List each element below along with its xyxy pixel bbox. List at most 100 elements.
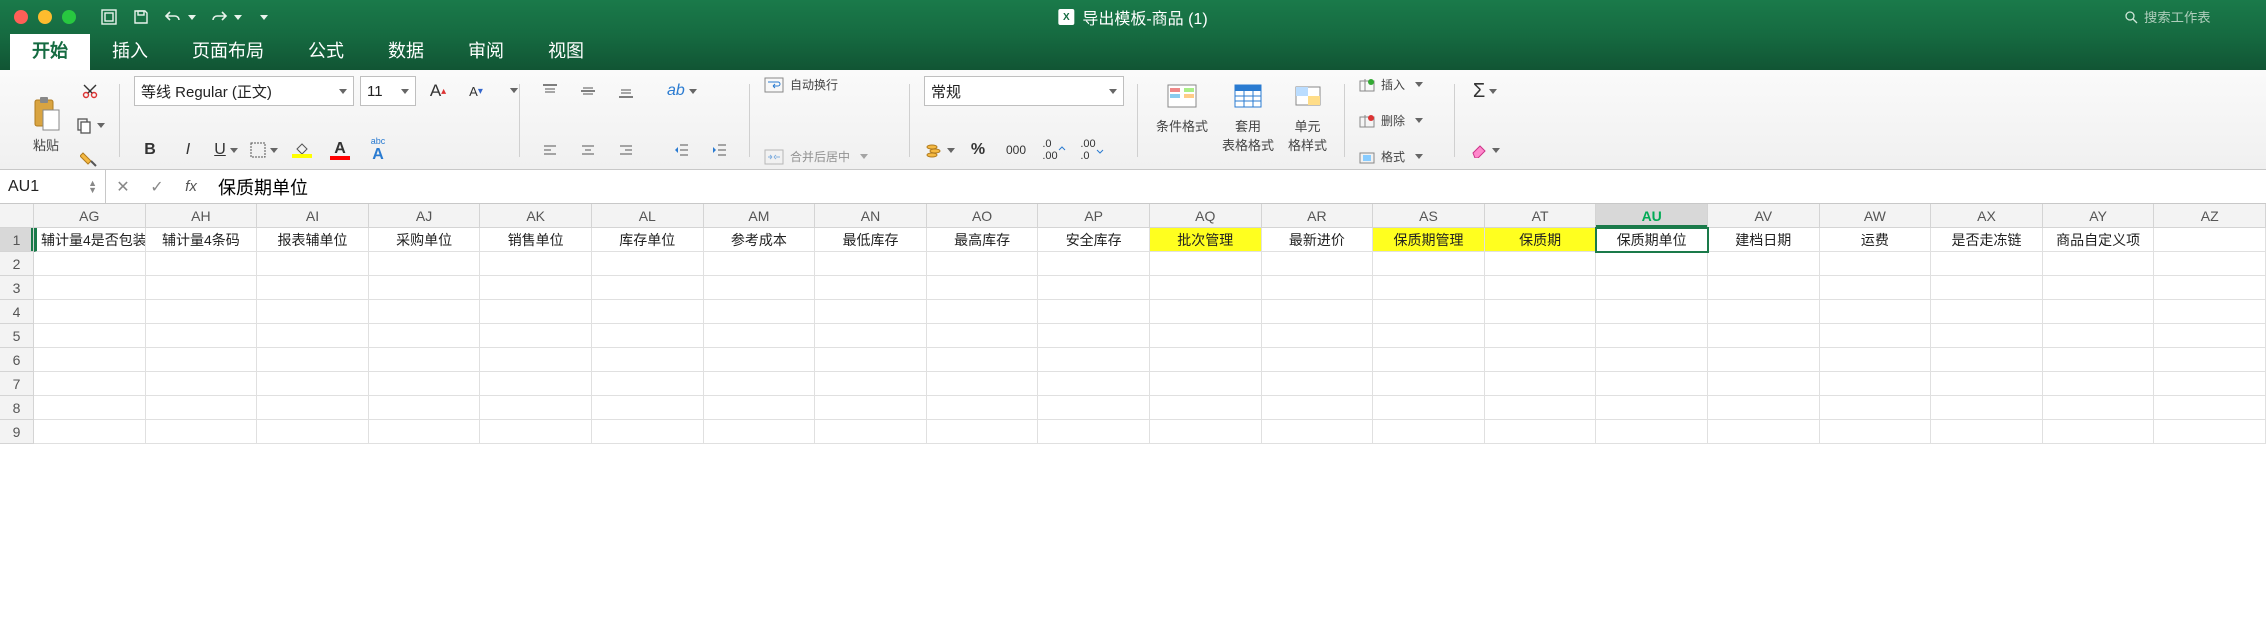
cell[interactable] <box>1596 252 1708 276</box>
clear-button[interactable] <box>1469 135 1501 165</box>
customize-qat-icon[interactable] <box>256 15 268 20</box>
cell[interactable] <box>592 252 704 276</box>
cell[interactable] <box>369 300 481 324</box>
zoom-window[interactable] <box>62 10 76 24</box>
cell[interactable] <box>2154 324 2266 348</box>
cell[interactable] <box>927 396 1039 420</box>
cell[interactable] <box>1262 276 1374 300</box>
cell[interactable] <box>1485 252 1597 276</box>
cell[interactable] <box>1931 372 2043 396</box>
cell[interactable] <box>1038 300 1150 324</box>
cell[interactable] <box>704 396 816 420</box>
cell[interactable] <box>704 300 816 324</box>
cell[interactable] <box>1485 348 1597 372</box>
cell[interactable] <box>1820 348 1932 372</box>
cell[interactable] <box>34 396 146 420</box>
cell[interactable] <box>2043 252 2155 276</box>
cell[interactable] <box>1485 420 1597 444</box>
font-color-button[interactable]: A <box>324 135 356 165</box>
row-header[interactable]: 3 <box>0 276 34 300</box>
cell[interactable] <box>1038 372 1150 396</box>
column-header[interactable]: AH <box>146 204 258 228</box>
cell[interactable] <box>592 324 704 348</box>
cell[interactable] <box>1931 252 2043 276</box>
cell[interactable] <box>1931 396 2043 420</box>
cell[interactable] <box>1485 324 1597 348</box>
cell[interactable] <box>2043 276 2155 300</box>
cell[interactable] <box>2154 276 2266 300</box>
cell[interactable] <box>704 276 816 300</box>
cell[interactable] <box>815 276 927 300</box>
tab-review[interactable]: 审阅 <box>446 29 526 70</box>
cell[interactable] <box>1820 372 1932 396</box>
border-button[interactable] <box>248 135 280 165</box>
bold-button[interactable]: B <box>134 135 166 165</box>
cell[interactable] <box>1373 324 1485 348</box>
cell[interactable] <box>257 252 369 276</box>
cell[interactable] <box>1708 300 1820 324</box>
decrease-indent-button[interactable] <box>666 135 698 165</box>
cell[interactable] <box>1150 252 1262 276</box>
column-header[interactable]: AS <box>1373 204 1485 228</box>
delete-cells-button[interactable]: 删除 <box>1359 112 1441 129</box>
cell[interactable] <box>1373 300 1485 324</box>
column-header[interactable]: AP <box>1038 204 1150 228</box>
cell[interactable] <box>1038 396 1150 420</box>
cell[interactable] <box>1596 276 1708 300</box>
format-painter-button[interactable] <box>74 144 106 174</box>
cell[interactable]: 保质期单位 <box>1596 228 1708 252</box>
cell[interactable] <box>927 348 1039 372</box>
cell[interactable] <box>146 324 258 348</box>
insert-cells-button[interactable]: 插入 <box>1359 76 1441 93</box>
cut-button[interactable] <box>74 76 106 106</box>
cell[interactable]: 保质期 <box>1485 228 1597 252</box>
cell[interactable] <box>815 300 927 324</box>
row-header[interactable]: 8 <box>0 396 34 420</box>
cell[interactable] <box>1485 300 1597 324</box>
cell[interactable] <box>480 324 592 348</box>
cell[interactable] <box>1708 252 1820 276</box>
cell[interactable]: 销售单位 <box>480 228 592 252</box>
cell[interactable] <box>1373 252 1485 276</box>
cancel-formula-button[interactable]: ✕ <box>106 177 140 197</box>
name-box[interactable]: AU1 ▲▼ <box>0 170 106 203</box>
cell-styles-button[interactable]: 单元 格样式 <box>1284 76 1331 156</box>
cell[interactable] <box>927 276 1039 300</box>
cell[interactable] <box>2154 252 2266 276</box>
align-center-button[interactable] <box>572 135 604 165</box>
close-window[interactable] <box>14 10 28 24</box>
cell[interactable]: 建档日期 <box>1708 228 1820 252</box>
tab-insert[interactable]: 插入 <box>90 29 170 70</box>
cell[interactable]: 库存单位 <box>592 228 704 252</box>
comma-format-button[interactable]: 000 <box>1000 135 1032 165</box>
row-header[interactable]: 5 <box>0 324 34 348</box>
cell[interactable] <box>592 420 704 444</box>
cell[interactable] <box>480 396 592 420</box>
cell[interactable] <box>1820 276 1932 300</box>
underline-button[interactable]: U <box>210 135 242 165</box>
cell[interactable]: 采购单位 <box>369 228 481 252</box>
wrap-text-button[interactable]: 自动换行 <box>764 76 896 93</box>
home-icon[interactable] <box>100 8 118 26</box>
cell[interactable] <box>1150 276 1262 300</box>
cell[interactable] <box>146 348 258 372</box>
column-header[interactable]: AV <box>1708 204 1820 228</box>
column-header[interactable]: AG <box>34 204 146 228</box>
cell[interactable] <box>2154 420 2266 444</box>
cell[interactable] <box>1820 420 1932 444</box>
row-header[interactable]: 6 <box>0 348 34 372</box>
align-top-button[interactable] <box>534 76 566 106</box>
cell[interactable] <box>815 324 927 348</box>
cell[interactable] <box>34 252 146 276</box>
cell[interactable] <box>257 396 369 420</box>
cell[interactable] <box>1931 420 2043 444</box>
tab-formulas[interactable]: 公式 <box>286 29 366 70</box>
cell[interactable] <box>1708 420 1820 444</box>
font-size-select[interactable]: 11 <box>360 76 416 106</box>
cell[interactable] <box>2043 324 2155 348</box>
cell[interactable] <box>369 324 481 348</box>
cell[interactable] <box>927 300 1039 324</box>
align-right-button[interactable] <box>610 135 642 165</box>
cell[interactable] <box>1038 420 1150 444</box>
cell[interactable] <box>1596 372 1708 396</box>
